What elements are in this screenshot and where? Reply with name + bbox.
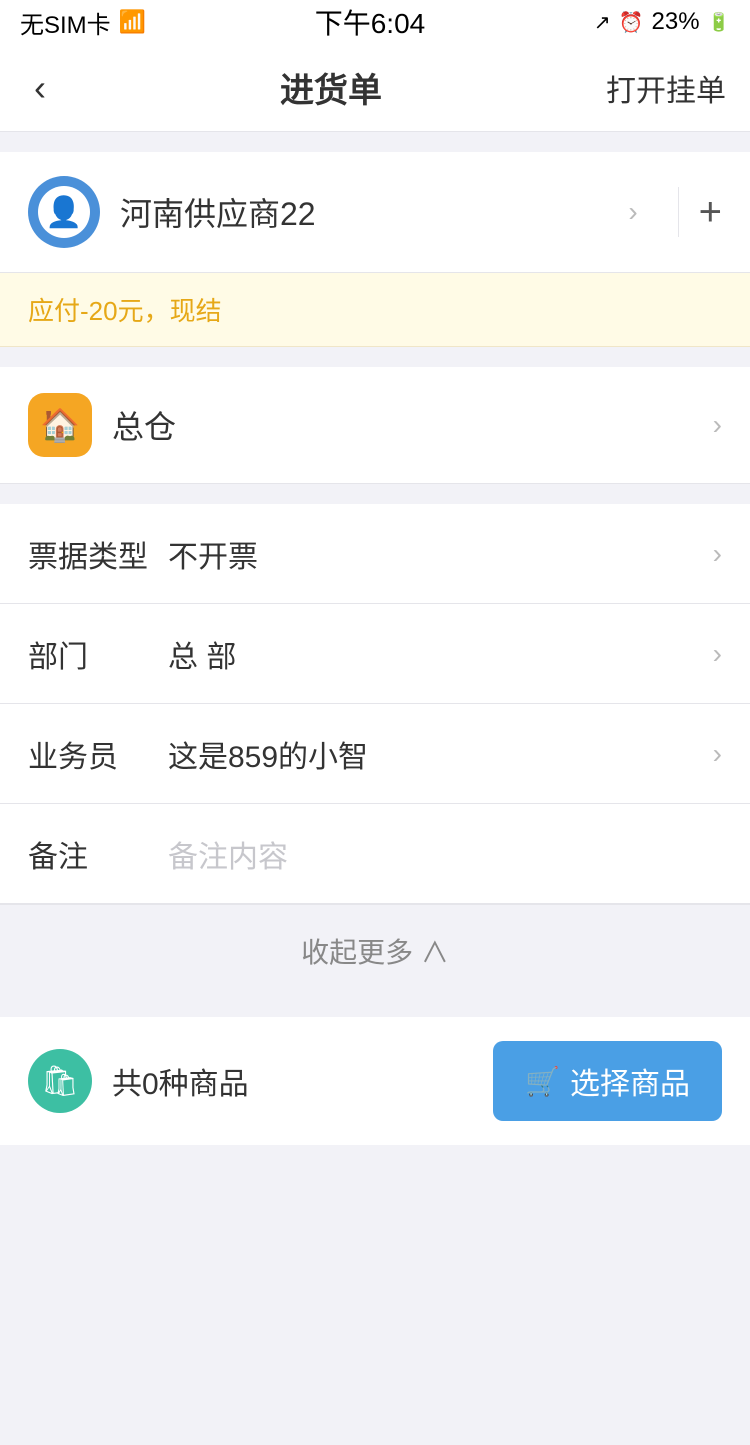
department-label: 部门	[28, 632, 168, 676]
notice-text: 应付-20元，现结	[28, 296, 222, 326]
status-bar: 无SIM卡 📶 下午6:04 ↗ ⏰ 23% 🔋	[0, 0, 750, 44]
select-product-button[interactable]: 🛒 选择商品	[493, 1041, 722, 1121]
top-divider	[0, 132, 750, 152]
department-row[interactable]: 部门 总 部 ›	[0, 604, 750, 704]
department-value: 总 部	[168, 632, 713, 676]
remark-label: 备注	[28, 832, 168, 876]
divider-2	[0, 347, 750, 367]
status-right: ↗ ⏰ 23% 🔋	[594, 8, 730, 36]
wifi-icon: 📶	[119, 9, 146, 35]
supplier-name: 河南供应商22	[120, 189, 628, 235]
open-pending-button[interactable]: 打开挂单	[606, 66, 726, 110]
supplier-vertical-divider	[678, 187, 679, 237]
product-bar: 🛍 共0种商品 🛒 选择商品	[0, 1017, 750, 1145]
select-product-icon: 🛒	[525, 1065, 560, 1098]
supplier-avatar: 👤	[28, 176, 100, 248]
bottom-area	[0, 1145, 750, 1445]
warehouse-icon: 🏠	[40, 406, 80, 444]
remark-input[interactable]: 备注内容	[168, 832, 722, 876]
warehouse-icon-wrap: 🏠	[28, 393, 92, 457]
location-icon: ↗	[594, 10, 611, 35]
salesperson-chevron-icon: ›	[713, 738, 722, 770]
supplier-section: 👤 河南供应商22 › + 应付-20元，现结	[0, 152, 750, 347]
supplier-row[interactable]: 👤 河南供应商22 › +	[0, 152, 750, 273]
carrier-label: 无SIM卡	[20, 5, 111, 40]
collapse-button[interactable]: 收起更多 ∧	[0, 904, 750, 997]
invoice-type-chevron-icon: ›	[713, 538, 722, 570]
warehouse-row[interactable]: 🏠 总仓 ›	[0, 367, 750, 484]
supplier-add-button[interactable]: +	[699, 190, 722, 235]
alarm-icon: ⏰	[619, 10, 644, 35]
salesperson-row[interactable]: 业务员 这是859的小智 ›	[0, 704, 750, 804]
nav-bar: ‹ 进货单 打开挂单	[0, 44, 750, 132]
invoice-type-label: 票据类型	[28, 532, 168, 576]
salesperson-value: 这是859的小智	[168, 732, 713, 776]
product-icon: 🛍	[41, 1064, 79, 1099]
salesperson-label: 业务员	[28, 732, 168, 776]
back-button[interactable]: ‹	[24, 57, 56, 119]
form-section: 票据类型 不开票 › 部门 总 部 › 业务员 这是859的小智 › 备注 备注…	[0, 504, 750, 997]
warehouse-section: 🏠 总仓 ›	[0, 367, 750, 484]
supplier-chevron-icon: ›	[628, 196, 637, 228]
status-time: 下午6:04	[315, 2, 426, 42]
avatar-person-icon: 👤	[45, 195, 82, 230]
invoice-type-row[interactable]: 票据类型 不开票 ›	[0, 504, 750, 604]
battery-icon: 🔋	[708, 12, 730, 33]
notice-bar: 应付-20元，现结	[0, 273, 750, 347]
invoice-type-value: 不开票	[168, 532, 713, 576]
page-title: 进货单	[280, 63, 382, 112]
battery-label: 23%	[652, 8, 700, 36]
status-left: 无SIM卡 📶	[20, 5, 146, 40]
remark-row[interactable]: 备注 备注内容	[0, 804, 750, 904]
select-product-label: 选择商品	[570, 1059, 690, 1103]
warehouse-chevron-icon: ›	[713, 409, 722, 441]
product-icon-wrap: 🛍	[28, 1049, 92, 1113]
department-chevron-icon: ›	[713, 638, 722, 670]
product-count: 共0种商品	[112, 1059, 493, 1103]
warehouse-name: 总仓	[112, 402, 713, 448]
